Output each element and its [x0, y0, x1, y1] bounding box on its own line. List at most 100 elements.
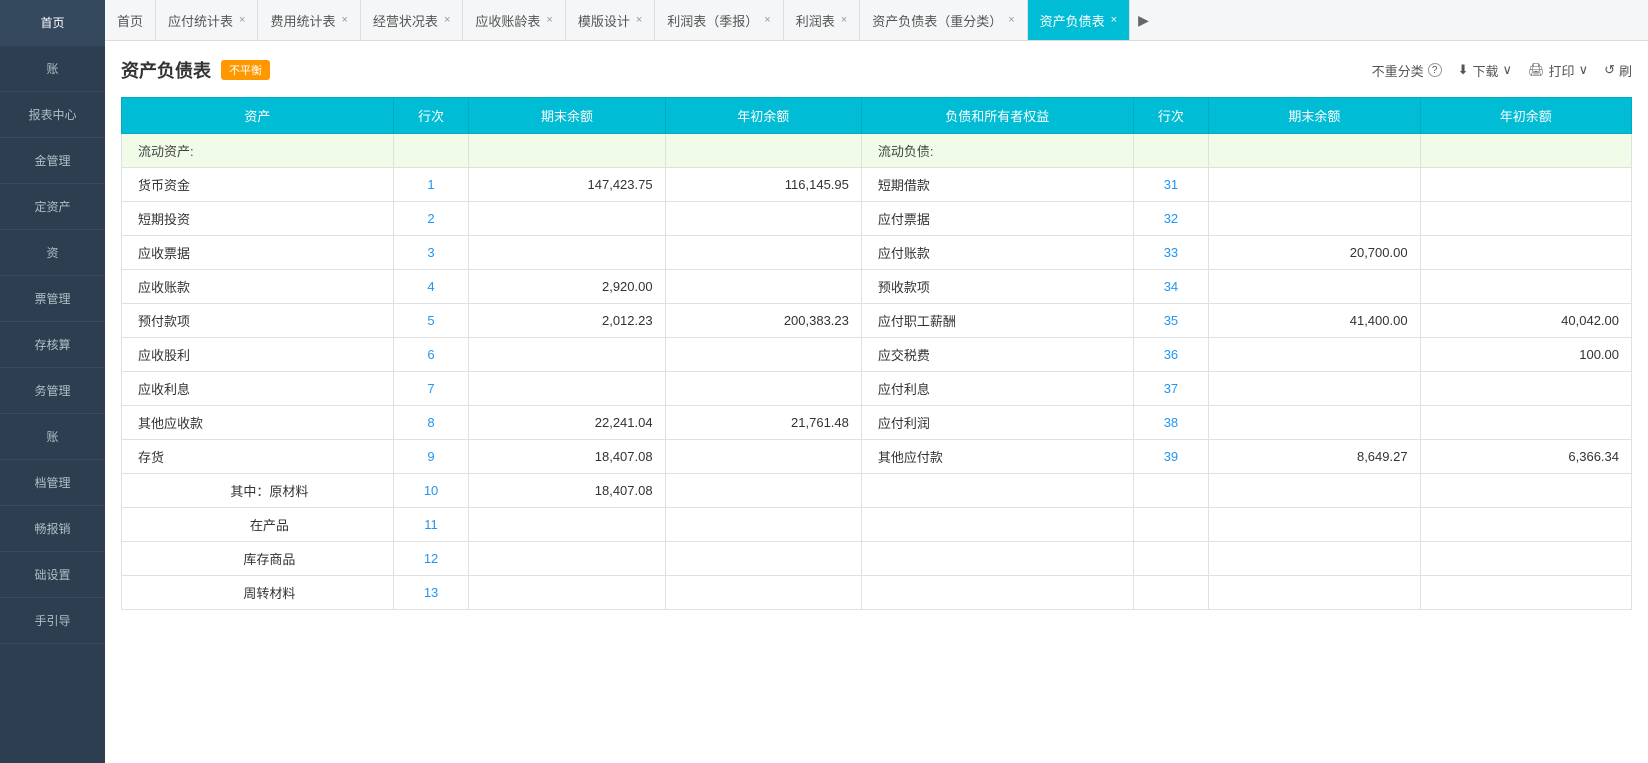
asset-year-start[interactable] — [665, 576, 861, 610]
sidebar-item-settings[interactable]: 础设置 — [0, 552, 105, 598]
liab-period-end[interactable] — [1209, 508, 1420, 542]
asset-year-start[interactable]: 21,761.48 — [665, 406, 861, 440]
tab-close-profit-quarterly[interactable]: × — [764, 14, 770, 26]
liab-period-end[interactable] — [1209, 338, 1420, 372]
tab-payable-stats[interactable]: 应付统计表 × — [156, 0, 258, 40]
sidebar-item-ledger[interactable]: 账 — [0, 414, 105, 460]
sidebar-item-inventory[interactable]: 存核算 — [0, 322, 105, 368]
tab-scroll-right[interactable]: ▶ — [1130, 12, 1157, 29]
asset-period-end[interactable]: 2,920.00 — [469, 270, 665, 304]
table-row[interactable]: 存货 9 18,407.08 其他应付款 39 8,649.27 6,366.3… — [122, 440, 1632, 474]
tab-balance-reclassify[interactable]: 资产负债表（重分类） × — [860, 0, 1027, 40]
asset-year-start[interactable]: 116,145.95 — [665, 168, 861, 202]
table-row[interactable]: 在产品 11 — [122, 508, 1632, 542]
table-row[interactable]: 应收股利 6 应交税费 36 100.00 — [122, 338, 1632, 372]
asset-year-start[interactable] — [665, 440, 861, 474]
liab-year-start[interactable]: 6,366.34 — [1420, 440, 1631, 474]
liab-year-start[interactable] — [1420, 474, 1631, 508]
asset-period-end[interactable] — [469, 508, 665, 542]
asset-year-start[interactable] — [665, 338, 861, 372]
asset-period-end[interactable] — [469, 372, 665, 406]
tab-close-receivable-age[interactable]: × — [546, 14, 552, 26]
asset-year-start[interactable] — [665, 508, 861, 542]
liab-period-end[interactable]: 41,400.00 — [1209, 304, 1420, 338]
sidebar-item-expense[interactable]: 畅报销 — [0, 506, 105, 552]
liab-year-start[interactable]: 100.00 — [1420, 338, 1631, 372]
sidebar-item-debt-mgmt[interactable]: 务管理 — [0, 368, 105, 414]
liab-year-start[interactable] — [1420, 508, 1631, 542]
liab-year-start[interactable] — [1420, 372, 1631, 406]
sidebar-item-fund-mgmt[interactable]: 金管理 — [0, 138, 105, 184]
asset-period-end[interactable] — [469, 236, 665, 270]
asset-period-end[interactable]: 147,423.75 — [469, 168, 665, 202]
sidebar-item-account[interactable]: 账 — [0, 46, 105, 92]
table-row[interactable]: 应收票据 3 应付账款 33 20,700.00 — [122, 236, 1632, 270]
asset-period-end[interactable] — [469, 338, 665, 372]
liab-year-start[interactable] — [1420, 542, 1631, 576]
asset-period-end[interactable]: 18,407.08 — [469, 440, 665, 474]
asset-period-end[interactable] — [469, 542, 665, 576]
table-row[interactable]: 应收利息 7 应付利息 37 — [122, 372, 1632, 406]
table-row[interactable]: 库存商品 12 — [122, 542, 1632, 576]
no-reclassify-button[interactable]: 不重分类 ? — [1372, 61, 1442, 80]
asset-year-start[interactable] — [665, 474, 861, 508]
liab-year-start[interactable]: 40,042.00 — [1420, 304, 1631, 338]
asset-year-start[interactable] — [665, 236, 861, 270]
tab-close-operation-report[interactable]: × — [444, 14, 450, 26]
tab-close-expense-stats[interactable]: × — [341, 14, 347, 26]
tab-home[interactable]: 首页 — [105, 0, 156, 40]
asset-period-end[interactable]: 2,012.23 — [469, 304, 665, 338]
tab-profit[interactable]: 利润表 × — [784, 0, 860, 40]
liab-period-end[interactable]: 8,649.27 — [1209, 440, 1420, 474]
liab-year-start[interactable] — [1420, 576, 1631, 610]
asset-year-start[interactable] — [665, 202, 861, 236]
sidebar-item-fixed-assets[interactable]: 定资产 — [0, 184, 105, 230]
tab-operation-report[interactable]: 经营状况表 × — [361, 0, 463, 40]
liab-period-end[interactable] — [1209, 542, 1420, 576]
sidebar-item-archive[interactable]: 档管理 — [0, 460, 105, 506]
liab-period-end[interactable] — [1209, 202, 1420, 236]
liab-period-end[interactable]: 20,700.00 — [1209, 236, 1420, 270]
liab-year-start[interactable] — [1420, 406, 1631, 440]
liab-year-start[interactable] — [1420, 270, 1631, 304]
tab-close-payable-stats[interactable]: × — [239, 14, 245, 26]
asset-year-start[interactable]: 200,383.23 — [665, 304, 861, 338]
tab-receivable-age[interactable]: 应收账龄表 × — [463, 0, 565, 40]
asset-period-end[interactable]: 18,407.08 — [469, 474, 665, 508]
liab-period-end[interactable] — [1209, 474, 1420, 508]
sidebar-item-home[interactable]: 首页 — [0, 0, 105, 46]
tab-close-balance-sheet[interactable]: × — [1111, 14, 1117, 26]
sidebar-item-report-center[interactable]: 报表中心 — [0, 92, 105, 138]
tab-balance-sheet[interactable]: 资产负债表 × — [1028, 0, 1130, 40]
tab-template-design[interactable]: 模版设计 × — [566, 0, 655, 40]
liab-year-start[interactable] — [1420, 202, 1631, 236]
table-row[interactable]: 其中：原材料 10 18,407.08 — [122, 474, 1632, 508]
asset-period-end[interactable] — [469, 202, 665, 236]
table-row[interactable]: 应收账款 4 2,920.00 预收款项 34 — [122, 270, 1632, 304]
tab-expense-stats[interactable]: 费用统计表 × — [258, 0, 360, 40]
asset-year-start[interactable] — [665, 542, 861, 576]
liab-period-end[interactable] — [1209, 372, 1420, 406]
tab-close-profit[interactable]: × — [841, 14, 847, 26]
asset-year-start[interactable] — [665, 372, 861, 406]
tab-close-balance-reclassify[interactable]: × — [1008, 14, 1014, 26]
sidebar-item-ticket-mgmt[interactable]: 票管理 — [0, 276, 105, 322]
table-row[interactable]: 短期投资 2 应付票据 32 — [122, 202, 1632, 236]
table-row[interactable]: 货币资金 1 147,423.75 116,145.95 短期借款 31 — [122, 168, 1632, 202]
asset-period-end[interactable]: 22,241.04 — [469, 406, 665, 440]
liab-year-start[interactable] — [1420, 236, 1631, 270]
download-button[interactable]: ⬇ 下载 ∨ — [1458, 61, 1512, 80]
liab-period-end[interactable] — [1209, 406, 1420, 440]
tab-close-template-design[interactable]: × — [636, 14, 642, 26]
table-row[interactable]: 预付款项 5 2,012.23 200,383.23 应付职工薪酬 35 41,… — [122, 304, 1632, 338]
liab-period-end[interactable] — [1209, 576, 1420, 610]
sidebar-item-invest[interactable]: 资 — [0, 230, 105, 276]
asset-year-start[interactable] — [665, 270, 861, 304]
table-row[interactable]: 周转材料 13 — [122, 576, 1632, 610]
liab-year-start[interactable] — [1420, 168, 1631, 202]
liab-period-end[interactable] — [1209, 270, 1420, 304]
sidebar-item-guide[interactable]: 手引导 — [0, 598, 105, 644]
asset-period-end[interactable] — [469, 576, 665, 610]
tab-profit-quarterly[interactable]: 利润表（季报） × — [655, 0, 783, 40]
refresh-button[interactable]: ↺ 刷 — [1604, 61, 1632, 80]
